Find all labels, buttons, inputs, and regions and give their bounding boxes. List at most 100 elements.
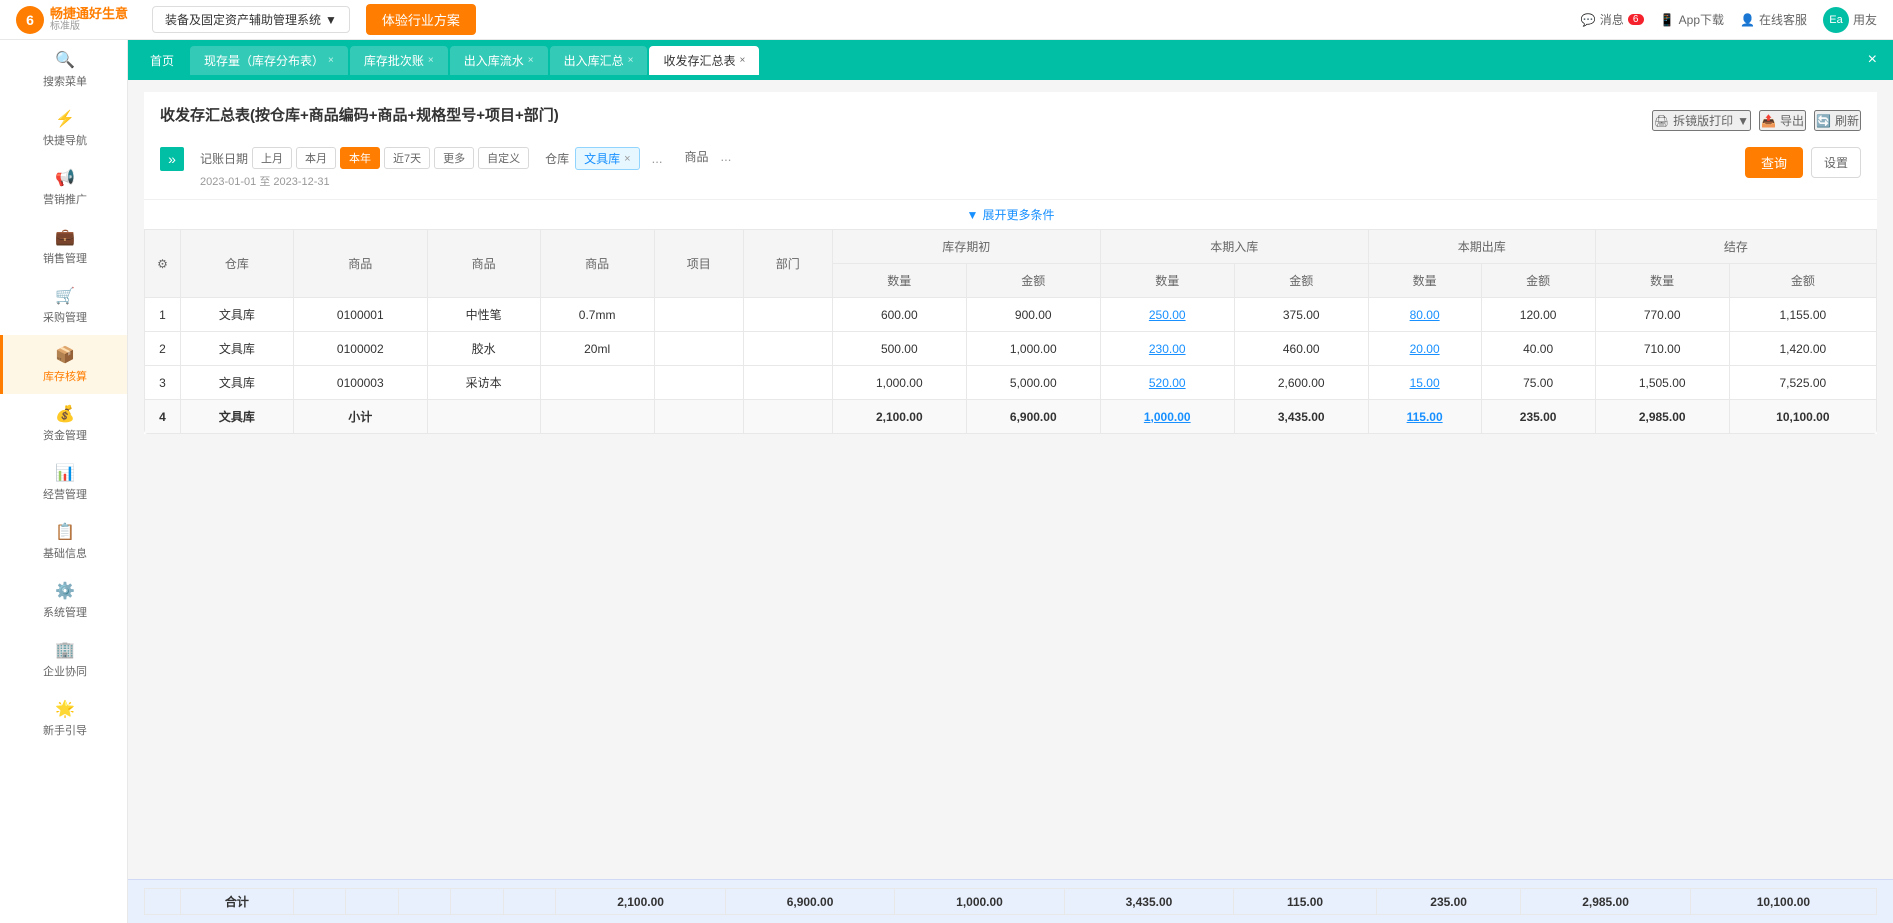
total-table: 合计 2,100.00 6,900.00 1,000.00 3,435.00 1… xyxy=(144,888,1877,915)
purchase-icon: 🛒 xyxy=(55,286,75,306)
sidebar-item-search[interactable]: 🔍 搜索菜单 xyxy=(0,40,127,99)
tab-flow[interactable]: 出入库流水 × xyxy=(450,46,548,75)
warehouse-tag-close[interactable]: × xyxy=(624,153,630,165)
date-range: 2023-01-01 至 2023-12-31 xyxy=(200,173,330,189)
setting-button[interactable]: 设置 xyxy=(1811,147,1861,178)
expand-more-button[interactable]: ▼ 展开更多条件 xyxy=(144,199,1877,229)
export-button[interactable]: 📤 导出 xyxy=(1759,110,1806,131)
goods-filter: 商品 ... xyxy=(684,147,737,166)
cell-in-qty[interactable]: 230.00 xyxy=(1100,332,1234,366)
cell-balance-qty: 1,505.00 xyxy=(1595,366,1729,400)
tab-bar: 首页 现存量（库存分布表） × 库存批次账 × 出入库流水 × 出入库汇总 × xyxy=(128,40,1893,80)
sidebar-item-finance[interactable]: 💰 资金管理 xyxy=(0,394,127,453)
total-label: 合计 xyxy=(181,889,294,915)
sidebar-item-inventory[interactable]: 📦 库存核算 xyxy=(0,335,127,394)
close-all-tabs[interactable]: × xyxy=(1860,51,1885,69)
collapse-toggle[interactable]: » xyxy=(160,147,184,171)
th-out-group: 本期出库 xyxy=(1368,230,1595,264)
th-in-group: 本期入库 xyxy=(1100,230,1368,264)
cell-warehouse: 文具库 xyxy=(181,366,294,400)
tab-summary[interactable]: 出入库汇总 × xyxy=(550,46,648,75)
th-dept: 部门 xyxy=(743,230,832,298)
sidebar-item-basic[interactable]: 📋 基础信息 xyxy=(0,512,127,571)
goods-more[interactable]: ... xyxy=(714,147,737,166)
online-service-button[interactable]: 👤 在线客服 xyxy=(1740,11,1807,28)
date-btn-more[interactable]: 更多 xyxy=(434,147,474,169)
cell-out-qty[interactable]: 15.00 xyxy=(1368,366,1481,400)
tab-close-flow[interactable]: × xyxy=(528,55,534,66)
th-settings[interactable]: ⚙ xyxy=(145,230,181,298)
message-button[interactable]: 💬 消息 6 xyxy=(1581,11,1644,28)
table-row: 1 文具库 0100001 中性笔 0.7mm 600.00 900.00 xyxy=(145,298,1877,332)
sidebar-item-operations[interactable]: 📊 经营管理 xyxy=(0,453,127,512)
subtotal-out-qty[interactable]: 115.00 xyxy=(1368,400,1481,434)
cell-in-qty[interactable]: 520.00 xyxy=(1100,366,1234,400)
date-btn-7days[interactable]: 近7天 xyxy=(384,147,430,169)
top-bar: 6 畅捷通好生意 标准版 装备及固定资产辅助管理系统 ▼ 体验行业方案 💬 消息… xyxy=(0,0,1893,40)
cell-goods-name: 采访本 xyxy=(427,366,540,400)
query-button[interactable]: 查询 xyxy=(1745,147,1803,178)
sidebar: 🔍 搜索菜单 ⚡ 快捷导航 📢 营销推广 💼 销售管理 🛒 采购管理 📦 xyxy=(0,40,128,923)
sidebar-item-purchase[interactable]: 🛒 采购管理 xyxy=(0,276,127,335)
filter-row: » 记账日期 上月 本月 本年 近7天 更多 自定义 xyxy=(144,137,1877,195)
total-balance-amt: 10,100.00 xyxy=(1690,889,1876,915)
inventory-icon: 📦 xyxy=(55,345,75,365)
print-button[interactable]: 🖨 拆镜版打印 ▼ xyxy=(1652,110,1751,131)
warehouse-filter: 仓库 文具库 × ... xyxy=(545,147,668,170)
cell-dept xyxy=(743,332,832,366)
date-btn-this-month[interactable]: 本月 xyxy=(296,147,336,169)
content-area: 首页 现存量（库存分布表） × 库存批次账 × 出入库流水 × 出入库汇总 × xyxy=(128,40,1893,923)
th-goods-spec: 商品 xyxy=(540,230,654,298)
experience-button[interactable]: 体验行业方案 xyxy=(366,4,476,35)
message-icon: 💬 xyxy=(1581,13,1596,27)
sidebar-item-system[interactable]: ⚙️ 系统管理 xyxy=(0,571,127,630)
tab-close-batch[interactable]: × xyxy=(428,55,434,66)
cell-goods-code: 0100003 xyxy=(293,366,427,400)
cell-opening-amt: 1,000.00 xyxy=(966,332,1100,366)
tab-batch[interactable]: 库存批次账 × xyxy=(350,46,448,75)
tab-close-receipt-summary[interactable]: × xyxy=(739,55,745,66)
expand-icon: ▼ xyxy=(967,208,979,222)
tab-receipt-summary[interactable]: 收发存汇总表 × xyxy=(649,46,759,75)
cell-in-qty[interactable]: 250.00 xyxy=(1100,298,1234,332)
cell-in-amt: 460.00 xyxy=(1234,332,1368,366)
warehouse-more[interactable]: ... xyxy=(646,149,669,168)
refresh-button[interactable]: 🔄 刷新 xyxy=(1814,110,1861,131)
date-btn-custom[interactable]: 自定义 xyxy=(478,147,529,169)
cell-goods-code: 0100002 xyxy=(293,332,427,366)
th-warehouse: 仓库 xyxy=(181,230,294,298)
tab-close-summary[interactable]: × xyxy=(628,55,634,66)
total-balance-qty: 2,985.00 xyxy=(1521,889,1690,915)
cell-opening-qty: 600.00 xyxy=(832,298,966,332)
tab-close-inventory-dist[interactable]: × xyxy=(328,55,334,66)
tab-home[interactable]: 首页 xyxy=(136,46,188,75)
query-actions: 查询 设置 xyxy=(1745,147,1861,178)
date-btn-last-month[interactable]: 上月 xyxy=(252,147,292,169)
service-icon: 👤 xyxy=(1740,13,1755,27)
sidebar-item-enterprise[interactable]: 🏢 企业协同 xyxy=(0,630,127,689)
date-btn-this-year[interactable]: 本年 xyxy=(340,147,380,169)
total-in-qty: 1,000.00 xyxy=(895,889,1064,915)
total-out-qty: 115.00 xyxy=(1234,889,1377,915)
cell-goods-spec: 0.7mm xyxy=(540,298,654,332)
cell-dept xyxy=(743,298,832,332)
cell-out-qty[interactable]: 20.00 xyxy=(1368,332,1481,366)
cell-goods-name: 胶水 xyxy=(427,332,540,366)
cell-out-qty[interactable]: 80.00 xyxy=(1368,298,1481,332)
sidebar-item-marketing[interactable]: 📢 营销推广 xyxy=(0,158,127,217)
logo-subtitle: 标准版 xyxy=(50,21,128,33)
system-selector[interactable]: 装备及固定资产辅助管理系统 ▼ xyxy=(152,6,350,33)
logo-area: 6 畅捷通好生意 标准版 xyxy=(16,6,128,34)
th-opening-amt: 金额 xyxy=(966,264,1100,298)
tab-inventory-dist[interactable]: 现存量（库存分布表） × xyxy=(190,46,348,75)
cell-project xyxy=(654,366,743,400)
app-download-button[interactable]: 📱 App下载 xyxy=(1660,11,1724,28)
subtotal-in-qty[interactable]: 1,000.00 xyxy=(1100,400,1234,434)
total-opening-qty: 2,100.00 xyxy=(556,889,725,915)
finance-icon: 💰 xyxy=(55,404,75,424)
sidebar-item-sales[interactable]: 💼 销售管理 xyxy=(0,217,127,276)
user-avatar[interactable]: Ea 用友 xyxy=(1823,7,1877,33)
settings-icon[interactable]: ⚙ xyxy=(157,257,168,271)
sidebar-item-guide[interactable]: 🌟 新手引导 xyxy=(0,689,127,748)
sidebar-item-quick-nav[interactable]: ⚡ 快捷导航 xyxy=(0,99,127,158)
